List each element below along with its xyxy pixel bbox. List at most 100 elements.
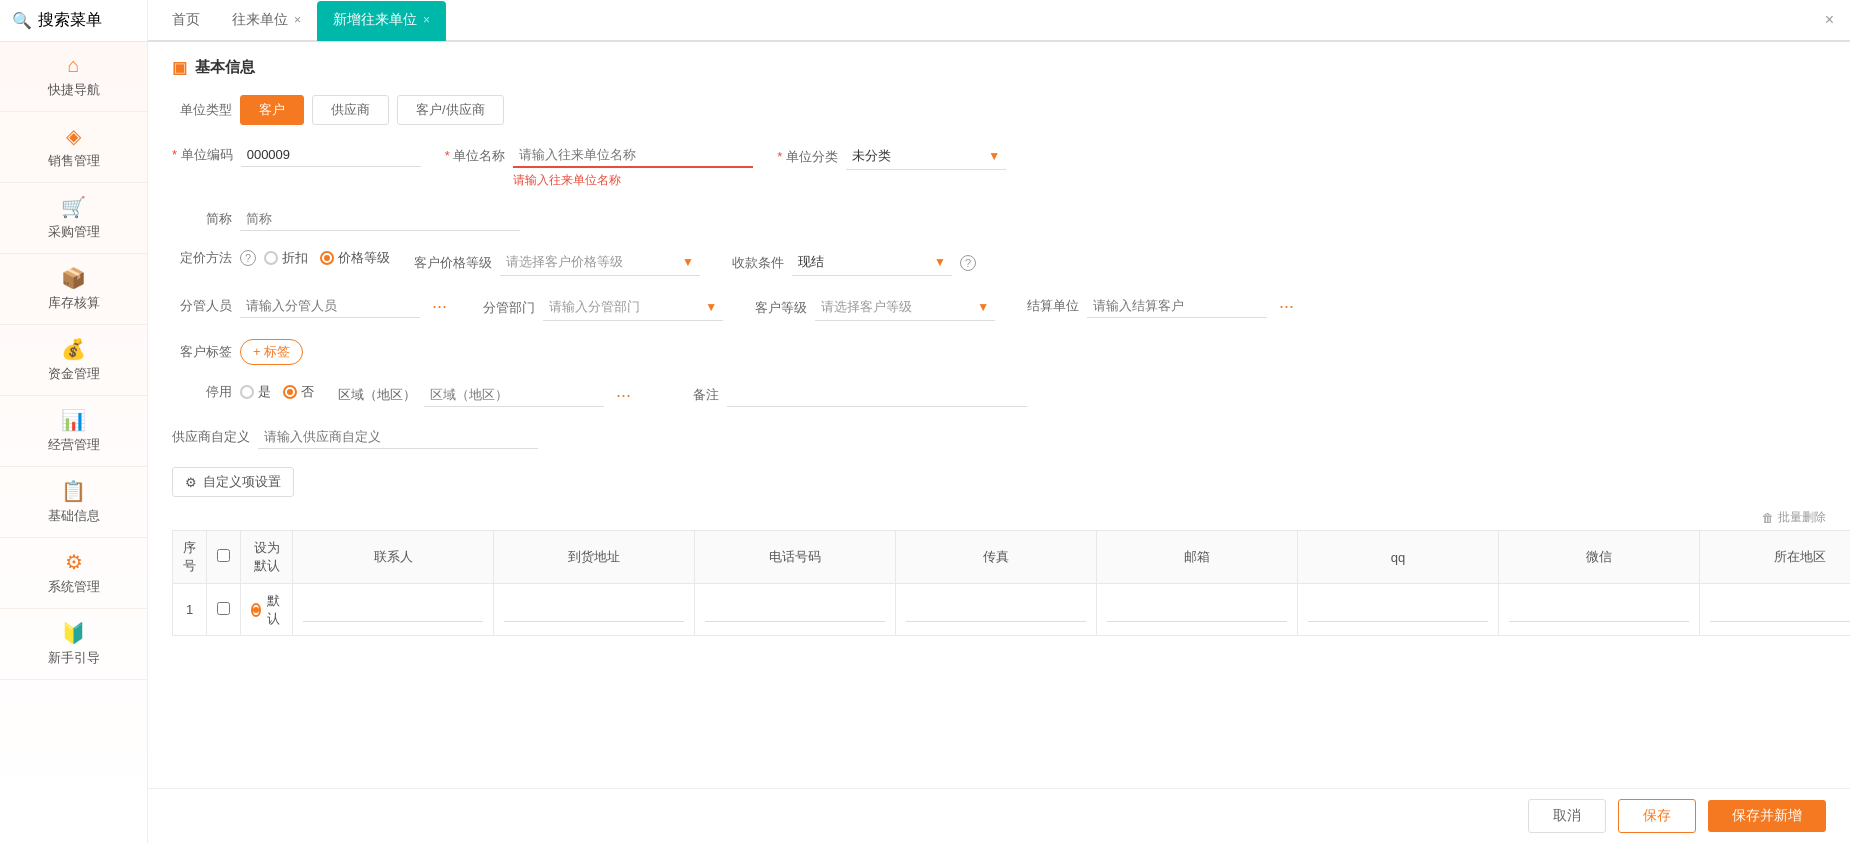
tab-contacts[interactable]: 往来单位 ×: [216, 1, 317, 41]
section-basic-info: ▣ 基本信息: [172, 58, 1826, 77]
tab-contacts-close-icon[interactable]: ×: [294, 13, 301, 27]
payment-terms-help-icon[interactable]: ?: [960, 255, 976, 271]
default-radio[interactable]: 默认: [251, 592, 282, 628]
department-select[interactable]: 请输入分管部门 ▼: [543, 294, 723, 321]
sidebar: 🔍 搜索菜单 ⌂ 快捷导航 ◈ 销售管理 🛒 采购管理 📦 库存核算 💰 资金管…: [0, 0, 148, 843]
phone-input[interactable]: [705, 598, 885, 622]
region-group: 区域（地区） ···: [338, 383, 635, 407]
short-name-label: 简称: [172, 210, 232, 228]
region-input[interactable]: [424, 383, 604, 407]
short-name-group: 简称: [172, 207, 520, 231]
customer-level-arrow-icon: ▼: [977, 300, 989, 314]
disabled-no-radio[interactable]: 否: [283, 383, 314, 401]
disabled-yes-radio[interactable]: 是: [240, 383, 271, 401]
customer-price-level-group: 客户价格等级 请选择客户价格等级 ▼: [414, 249, 700, 276]
custom-settings-label: 自定义项设置: [203, 473, 281, 491]
address-input[interactable]: [504, 598, 684, 622]
qq-input[interactable]: [1308, 598, 1488, 622]
tab-new-contact-close-icon[interactable]: ×: [423, 13, 430, 27]
customer-price-level-label: 客户价格等级: [414, 254, 492, 272]
settlement-unit-label: 结算单位: [1019, 297, 1079, 315]
select-all-checkbox[interactable]: [217, 549, 230, 562]
add-tag-button[interactable]: + 标签: [240, 339, 303, 365]
disabled-yes-circle: [240, 385, 254, 399]
sidebar-item-base-info[interactable]: 📋 基础信息: [0, 467, 147, 538]
region-table-input[interactable]: [1710, 598, 1850, 622]
unit-name-input[interactable]: [513, 143, 753, 168]
manager-label: 分管人员: [172, 297, 232, 315]
unit-code-label: 单位编码: [172, 146, 233, 164]
col-email: 邮箱: [1097, 531, 1298, 584]
finance-icon: 💰: [61, 337, 86, 361]
cell-checkbox: [207, 584, 241, 636]
sidebar-item-beginner[interactable]: 🔰 新手引导: [0, 609, 147, 680]
default-radio-circle: [251, 603, 261, 617]
manager-input[interactable]: [240, 294, 420, 318]
region-more-icon[interactable]: ···: [612, 385, 635, 406]
unit-category-label: 单位分类: [777, 148, 838, 166]
short-name-input[interactable]: [240, 207, 520, 231]
payment-terms-select[interactable]: 现结 ▼: [792, 249, 952, 276]
fax-input[interactable]: [906, 598, 1086, 622]
settlement-unit-more-icon[interactable]: ···: [1275, 296, 1298, 317]
cell-seq: 1: [173, 584, 207, 636]
customer-level-select[interactable]: 请选择客户等级 ▼: [815, 294, 995, 321]
manager-more-icon[interactable]: ···: [428, 296, 451, 317]
col-contact: 联系人: [293, 531, 494, 584]
email-input[interactable]: [1107, 598, 1287, 622]
gear-icon: ⚙: [185, 475, 197, 490]
col-qq: qq: [1298, 531, 1499, 584]
type-btn-supplier[interactable]: 供应商: [312, 95, 389, 125]
save-new-button[interactable]: 保存并新增: [1708, 800, 1826, 832]
contacts-table: 序号 设为默认 联系人 到货地址 电话号码 传真 邮箱 qq 微信 所在地区 操…: [172, 530, 1850, 636]
unit-info-row: 单位编码 单位名称 请输入往来单位名称 单位分类 未分类 ▼: [172, 143, 1826, 189]
unit-code-input[interactable]: [241, 143, 421, 167]
beginner-icon: 🔰: [61, 621, 86, 645]
sidebar-item-quick-nav[interactable]: ⌂ 快捷导航: [0, 42, 147, 112]
customer-price-level-select[interactable]: 请选择客户价格等级 ▼: [500, 249, 700, 276]
col-address: 到货地址: [494, 531, 695, 584]
sidebar-item-inventory[interactable]: 📦 库存核算: [0, 254, 147, 325]
remark-input[interactable]: [727, 383, 1027, 407]
settlement-unit-input[interactable]: [1087, 294, 1267, 318]
sidebar-item-operations[interactable]: 📊 经营管理: [0, 396, 147, 467]
contact-input[interactable]: [303, 598, 483, 622]
window-close-button[interactable]: ×: [1817, 7, 1842, 33]
batch-delete-button[interactable]: 🗑 批量删除: [172, 509, 1826, 526]
cell-region: [1700, 584, 1851, 636]
sidebar-item-purchase[interactable]: 🛒 采购管理: [0, 183, 147, 254]
payment-terms-group: 收款条件 现结 ▼ ?: [724, 249, 976, 276]
unit-code-group: 单位编码: [172, 143, 421, 167]
sidebar-search[interactable]: 🔍 搜索菜单: [0, 0, 147, 42]
supplier-custom-input[interactable]: [258, 425, 538, 449]
tag-label: 客户标签: [172, 343, 232, 361]
tab-home[interactable]: 首页: [156, 1, 216, 41]
tab-new-contact[interactable]: 新增往来单位 ×: [317, 1, 446, 41]
cell-qq: [1298, 584, 1499, 636]
sidebar-item-sales[interactable]: ◈ 销售管理: [0, 112, 147, 183]
pricing-level-radio[interactable]: 价格等级: [320, 249, 390, 267]
default-radio-label: 默认: [265, 592, 282, 628]
type-btn-customer[interactable]: 客户: [240, 95, 304, 125]
save-button[interactable]: 保存: [1618, 799, 1696, 833]
sidebar-item-finance[interactable]: 💰 资金管理: [0, 325, 147, 396]
sidebar-item-label: 系统管理: [48, 578, 100, 596]
search-icon: 🔍: [12, 11, 32, 30]
pricing-method-group: 定价方法 ? 折扣 价格等级: [172, 249, 390, 267]
pricing-help-icon[interactable]: ?: [240, 250, 256, 266]
type-btn-both[interactable]: 客户/供应商: [397, 95, 504, 125]
sidebar-item-label: 销售管理: [48, 152, 100, 170]
sidebar-item-system[interactable]: ⚙ 系统管理: [0, 538, 147, 609]
type-btn-group: 客户 供应商 客户/供应商: [240, 95, 504, 125]
unit-name-label: 单位名称: [445, 147, 506, 165]
cancel-button[interactable]: 取消: [1528, 799, 1606, 833]
cell-phone: [695, 584, 896, 636]
unit-category-select[interactable]: 未分类 ▼: [846, 143, 1006, 170]
cell-default: 默认: [241, 584, 293, 636]
row-checkbox[interactable]: [217, 602, 230, 615]
custom-settings-button[interactable]: ⚙ 自定义项设置: [172, 467, 294, 497]
settlement-unit-group: 结算单位 ···: [1019, 294, 1298, 318]
sidebar-item-label: 采购管理: [48, 223, 100, 241]
pricing-discount-radio[interactable]: 折扣: [264, 249, 308, 267]
wechat-input[interactable]: [1509, 598, 1689, 622]
